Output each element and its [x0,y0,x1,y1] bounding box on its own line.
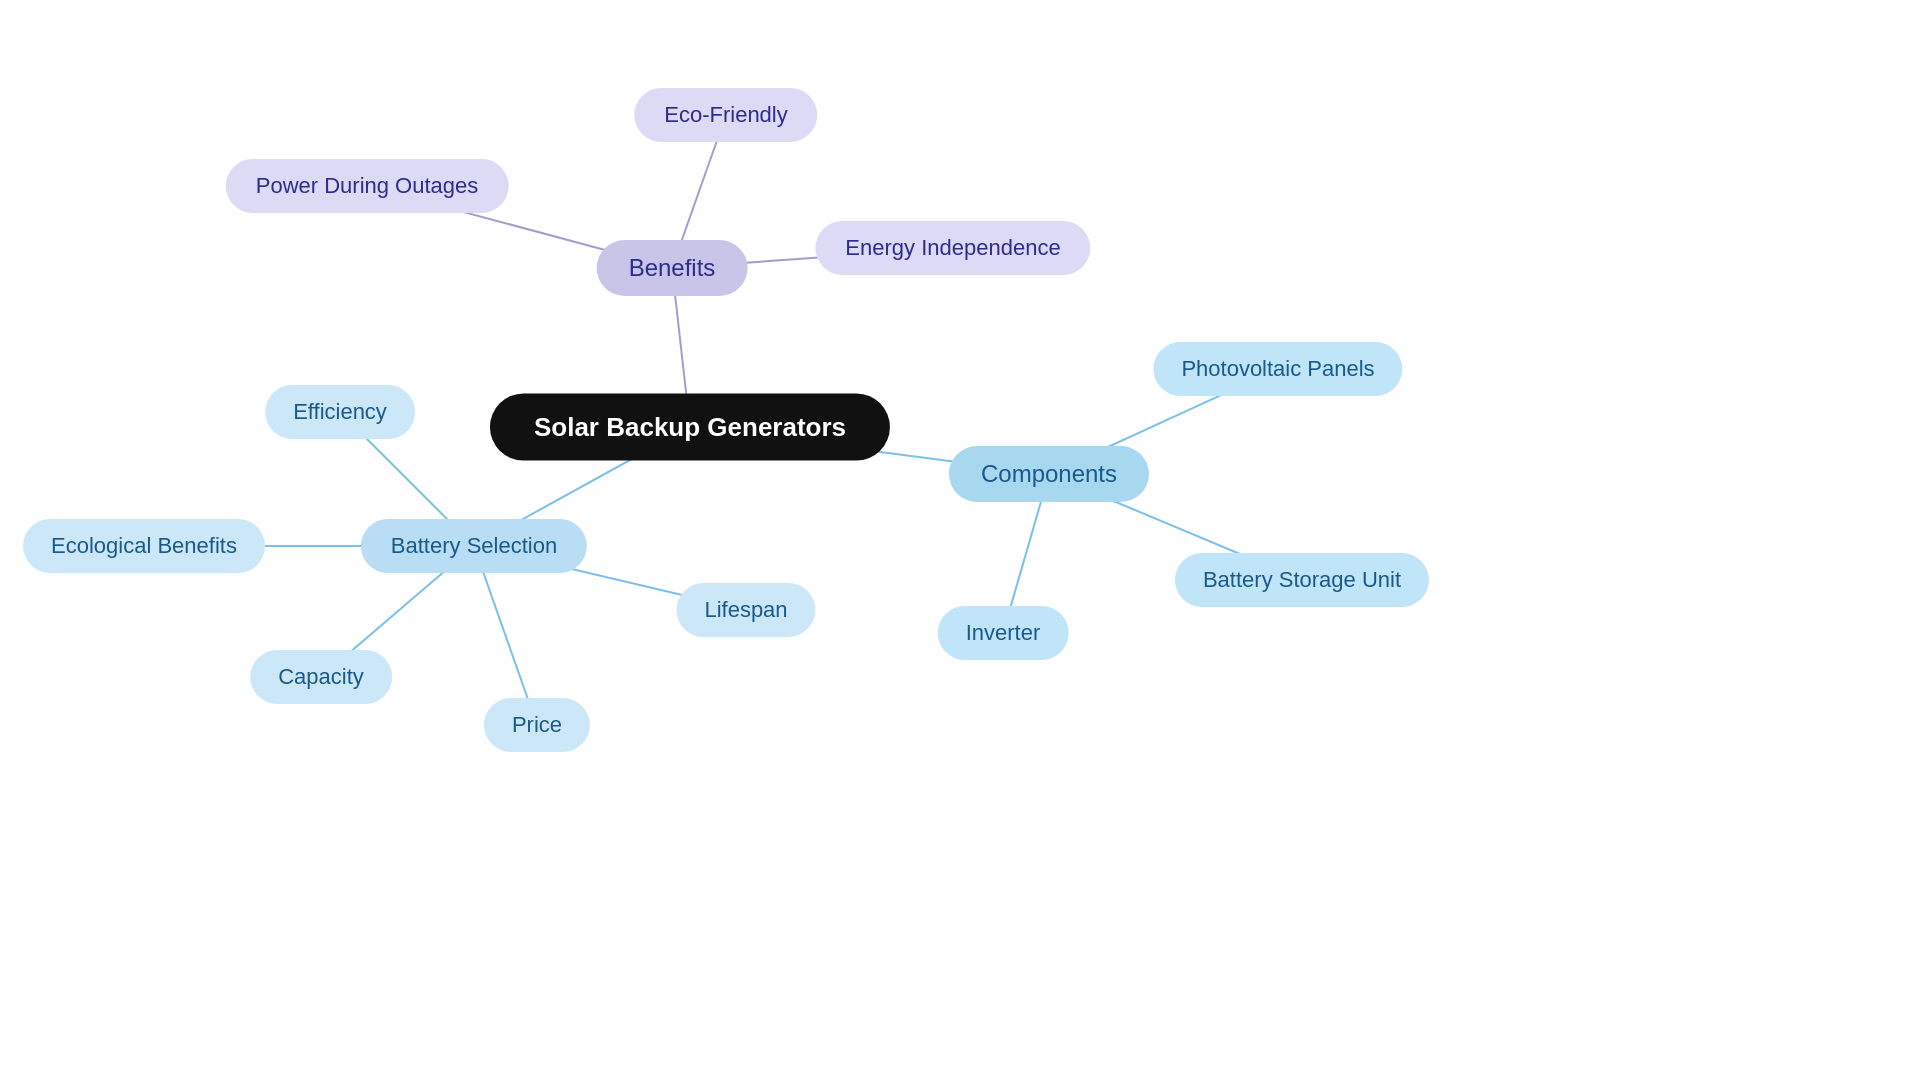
ecological-benefits-node[interactable]: Ecological Benefits [23,519,265,573]
power-outages-node[interactable]: Power During Outages [226,159,509,213]
energy-independence-node[interactable]: Energy Independence [815,221,1090,275]
lifespan-node[interactable]: Lifespan [676,583,815,637]
center-node[interactable]: Solar Backup Generators [490,394,890,461]
components-node[interactable]: Components [949,446,1149,502]
eco-friendly-node[interactable]: Eco-Friendly [634,88,817,142]
efficiency-node[interactable]: Efficiency [265,385,415,439]
capacity-node[interactable]: Capacity [250,650,392,704]
battery-selection-node[interactable]: Battery Selection [361,519,587,573]
inverter-node[interactable]: Inverter [938,606,1069,660]
battery-storage-node[interactable]: Battery Storage Unit [1175,553,1429,607]
benefits-node[interactable]: Benefits [597,240,748,296]
photovoltaic-node[interactable]: Photovoltaic Panels [1153,342,1402,396]
price-node[interactable]: Price [484,698,590,752]
